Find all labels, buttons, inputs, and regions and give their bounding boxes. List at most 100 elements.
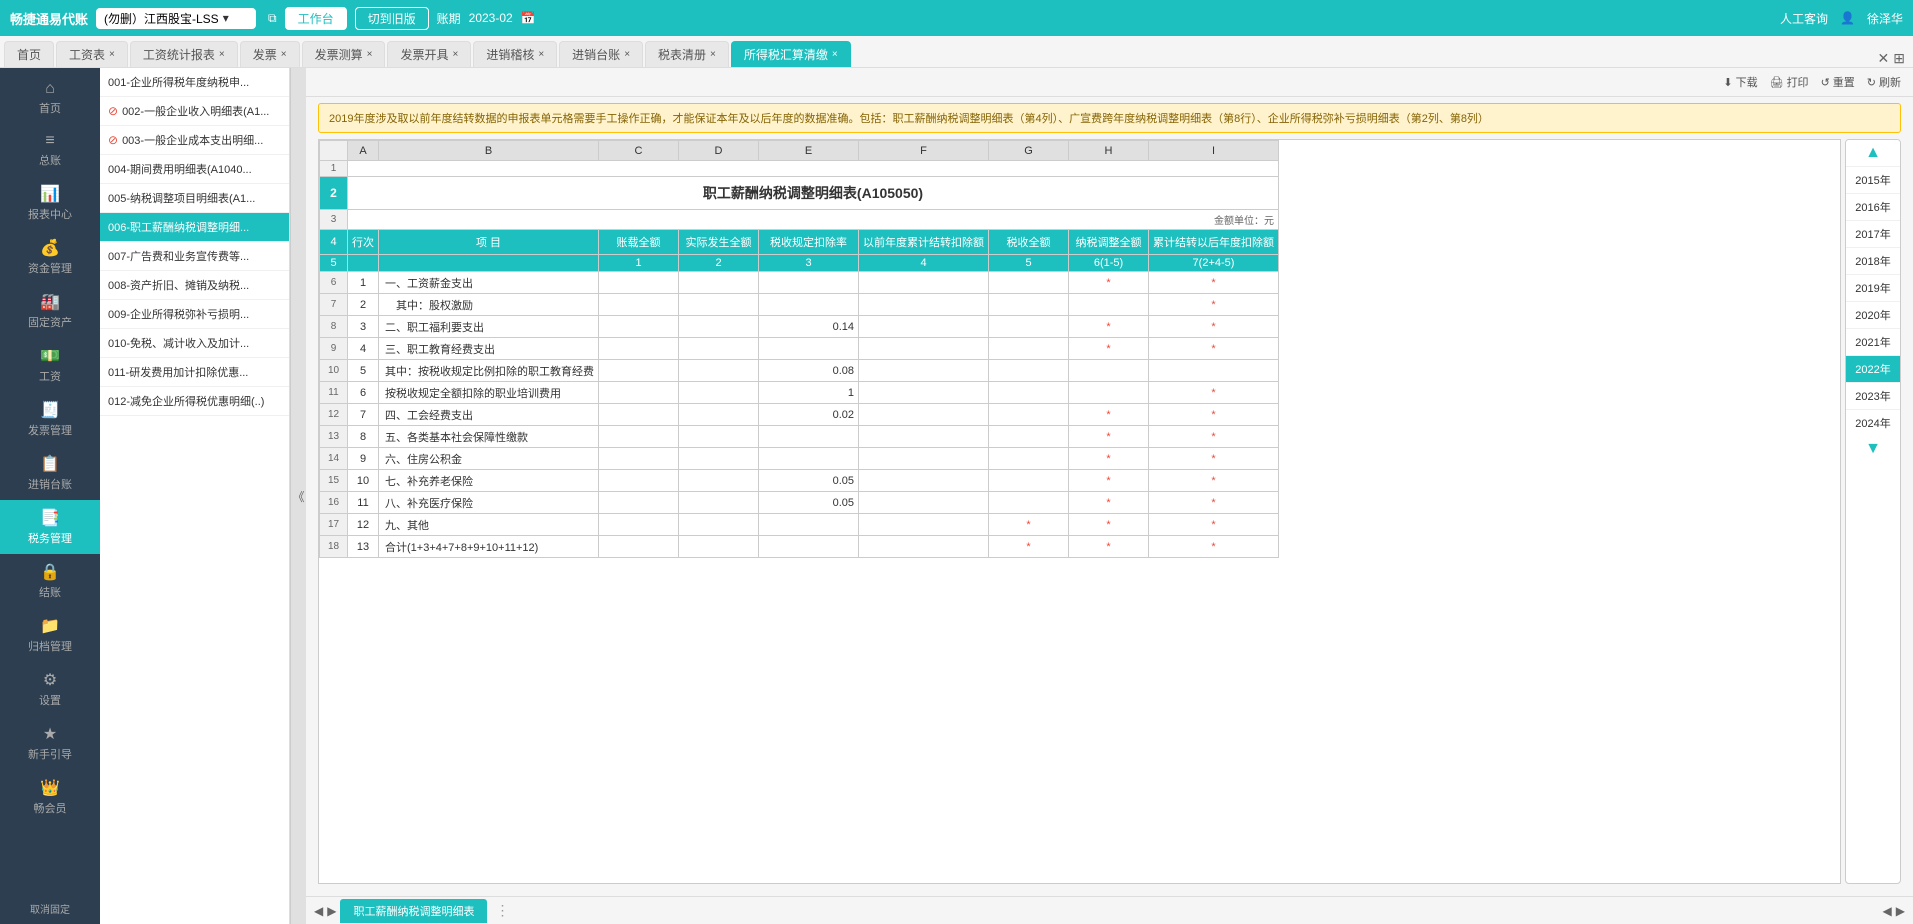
sidebar-item-purchase[interactable]: 📋 进销台账 [0, 446, 100, 500]
list-item-002[interactable]: ⊘ 002-一般企业收入明细表(A1... [100, 97, 289, 126]
download-button[interactable]: ⬇ 下载 [1723, 74, 1757, 90]
tab-home[interactable]: 首页 [4, 41, 54, 67]
sidebar-label-member: 畅会员 [34, 800, 67, 816]
list-item-004[interactable]: 004-期间费用明细表(A1040... [100, 155, 289, 184]
list-item-006[interactable]: 006-职工薪酬纳税调整明细... [100, 213, 289, 242]
year-item-2019[interactable]: 2019年 [1846, 274, 1900, 301]
item-005-label: 005-纳税调整项目明细表(A1... [108, 190, 255, 206]
switch-old-button[interactable]: 切到旧版 [355, 7, 429, 30]
sidebar-item-asset-mgmt[interactable]: 💰 资金管理 [0, 230, 100, 284]
calendar-icon[interactable]: 📅 [521, 11, 536, 25]
newbie-icon: ★ [43, 724, 57, 744]
col-rownum-header: 行次 [348, 230, 379, 255]
member-icon: 👑 [40, 778, 60, 798]
close-icon[interactable]: × [538, 49, 544, 60]
sidebar-label-archive: 归档管理 [28, 638, 72, 654]
close-icon[interactable]: × [367, 49, 373, 60]
tab-tax-table[interactable]: 税表清册 × [645, 41, 729, 67]
sidebar-item-member[interactable]: 👑 畅会员 [0, 770, 100, 824]
sub-header-row: 4 行次 项 目 账载全额 实际发生全额 税收规定扣除率 以前年度累计结转扣除额… [320, 230, 1279, 255]
table-title-row: 2 职工薪酬纳税调整明细表(A105050) [320, 177, 1279, 210]
list-item-003[interactable]: ⊘ 003-一般企业成本支出明细... [100, 126, 289, 155]
year-item-2016[interactable]: 2016年 [1846, 193, 1900, 220]
year-item-2022[interactable]: 2022年 [1846, 355, 1900, 382]
year-nav-down[interactable]: ▼ [1846, 436, 1900, 462]
sidebar-item-newbie[interactable]: ★ 新手引导 [0, 716, 100, 770]
sidebar-label-settings: 设置 [39, 692, 61, 708]
table-row: 3 金额单位：元 [320, 210, 1279, 230]
unpin-label[interactable]: 取消固定 [30, 905, 70, 916]
list-item-010[interactable]: 010-免税、减计收入及加计... [100, 329, 289, 358]
list-item-012[interactable]: 012-减免企业所得税优惠明细(..) [100, 387, 289, 416]
sidebar-item-home[interactable]: ⌂ 首页 [0, 72, 100, 124]
tab-invoice-calc[interactable]: 发票测算 × [302, 41, 386, 67]
spreadsheet[interactable]: A B C D E F G H I 1 [318, 139, 1841, 884]
year-item-2020[interactable]: 2020年 [1846, 301, 1900, 328]
sidebar-label-fixed: 固定资产 [28, 314, 72, 330]
year-item-2015[interactable]: 2015年 [1846, 166, 1900, 193]
sidebar-item-tax[interactable]: 📑 税务管理 [0, 500, 100, 554]
scroll-left-icon[interactable]: ◀ [1883, 904, 1892, 918]
close-icon[interactable]: × [452, 49, 458, 60]
close-icon[interactable]: × [219, 49, 225, 60]
sheet-tab-main[interactable]: 职工薪酬纳税调整明细表 [340, 899, 487, 923]
tab-expand-icon[interactable]: ⊞ [1893, 50, 1905, 67]
list-item-009[interactable]: 009-企业所得税弥补亏损明... [100, 300, 289, 329]
reset-button[interactable]: ↺ 重置 [1821, 74, 1855, 90]
list-item-001[interactable]: 001-企业所得税年度纳税申... [100, 68, 289, 97]
tab-invoice-open[interactable]: 发票开具 × [387, 41, 471, 67]
user-service-link[interactable]: 人工客询 [1780, 10, 1828, 27]
scroll-right-icon[interactable]: ▶ [1896, 904, 1905, 918]
sidebar-item-salary[interactable]: 💵 工资 [0, 338, 100, 392]
print-icon: 🖨 [1770, 76, 1784, 89]
sidebar-item-archive[interactable]: 📁 归档管理 [0, 608, 100, 662]
sidebar-item-report[interactable]: 📊 报表中心 [0, 176, 100, 230]
nav-left-icon[interactable]: ◀ [314, 904, 323, 918]
tab-income-tax[interactable]: 所得税汇算清缴 × [731, 41, 851, 67]
refresh-button[interactable]: ↻ 刷新 [1867, 74, 1901, 90]
year-item-2018[interactable]: 2018年 [1846, 247, 1900, 274]
tab-purchase-ledger[interactable]: 进销台账 × [559, 41, 643, 67]
print-button[interactable]: 🖨 打印 [1770, 74, 1809, 90]
close-icon[interactable]: × [832, 49, 838, 60]
year-item-2024[interactable]: 2024年 [1846, 409, 1900, 436]
col6-header: 纳税调整全额 [1069, 230, 1149, 255]
year-item-2023[interactable]: 2023年 [1846, 382, 1900, 409]
year-item-2017[interactable]: 2017年 [1846, 220, 1900, 247]
refresh-icon: ↻ [1867, 76, 1876, 89]
close-icon[interactable]: × [109, 49, 115, 60]
tab-bar-right: ✕ ⊞ [1878, 50, 1913, 67]
tab-bar: 首页 工资表 × 工资统计报表 × 发票 × 发票测算 × 发票开具 × 进销稽… [0, 36, 1913, 68]
collapse-panel-button[interactable]: 《 [290, 68, 306, 924]
close-icon[interactable]: × [281, 49, 287, 60]
settings-icon: ⚙ [43, 670, 57, 690]
report-icon: 📊 [40, 184, 60, 204]
close-icon[interactable]: × [624, 49, 630, 60]
sidebar-item-ledger[interactable]: ≡ 总账 [0, 124, 100, 176]
sheet-options-icon[interactable]: ⋮ [495, 902, 509, 919]
workspace-button[interactable]: 工作台 [285, 7, 347, 30]
sidebar-item-settings[interactable]: ⚙ 设置 [0, 662, 100, 716]
copy-icon[interactable]: ⧉ [268, 11, 277, 26]
sidebar-item-close[interactable]: 🔒 结账 [0, 554, 100, 608]
home-icon: ⌂ [45, 80, 55, 98]
tab-salary-report[interactable]: 工资统计报表 × [130, 41, 238, 67]
list-item-007[interactable]: 007-广告费和业务宣传费等... [100, 242, 289, 271]
list-item-011[interactable]: 011-研发费用加计扣除优惠... [100, 358, 289, 387]
close-icon[interactable]: × [710, 49, 716, 60]
list-item-008[interactable]: 008-资产折旧、摊销及纳税... [100, 271, 289, 300]
list-item-005[interactable]: 005-纳税调整项目明细表(A1... [100, 184, 289, 213]
tab-purchase-check[interactable]: 进销稽核 × [473, 41, 557, 67]
tab-invoice[interactable]: 发票 × [240, 41, 300, 67]
sidebar-item-invoice[interactable]: 🧾 发票管理 [0, 392, 100, 446]
sidebar-label-newbie: 新手引导 [28, 746, 72, 762]
sidebar-label-purchase: 进销台账 [28, 476, 72, 492]
tab-close-all-icon[interactable]: ✕ [1878, 50, 1890, 67]
item-003-label: 003-一般企业成本支出明细... [122, 132, 263, 148]
tab-salary[interactable]: 工资表 × [56, 41, 128, 67]
company-selector[interactable]: (勿删）江西股宝-LSS ▾ [96, 8, 256, 29]
nav-right-icon[interactable]: ▶ [327, 904, 336, 918]
sidebar-item-fixed-asset[interactable]: 🏭 固定资产 [0, 284, 100, 338]
year-nav-up[interactable]: ▲ [1846, 140, 1900, 166]
year-item-2021[interactable]: 2021年 [1846, 328, 1900, 355]
